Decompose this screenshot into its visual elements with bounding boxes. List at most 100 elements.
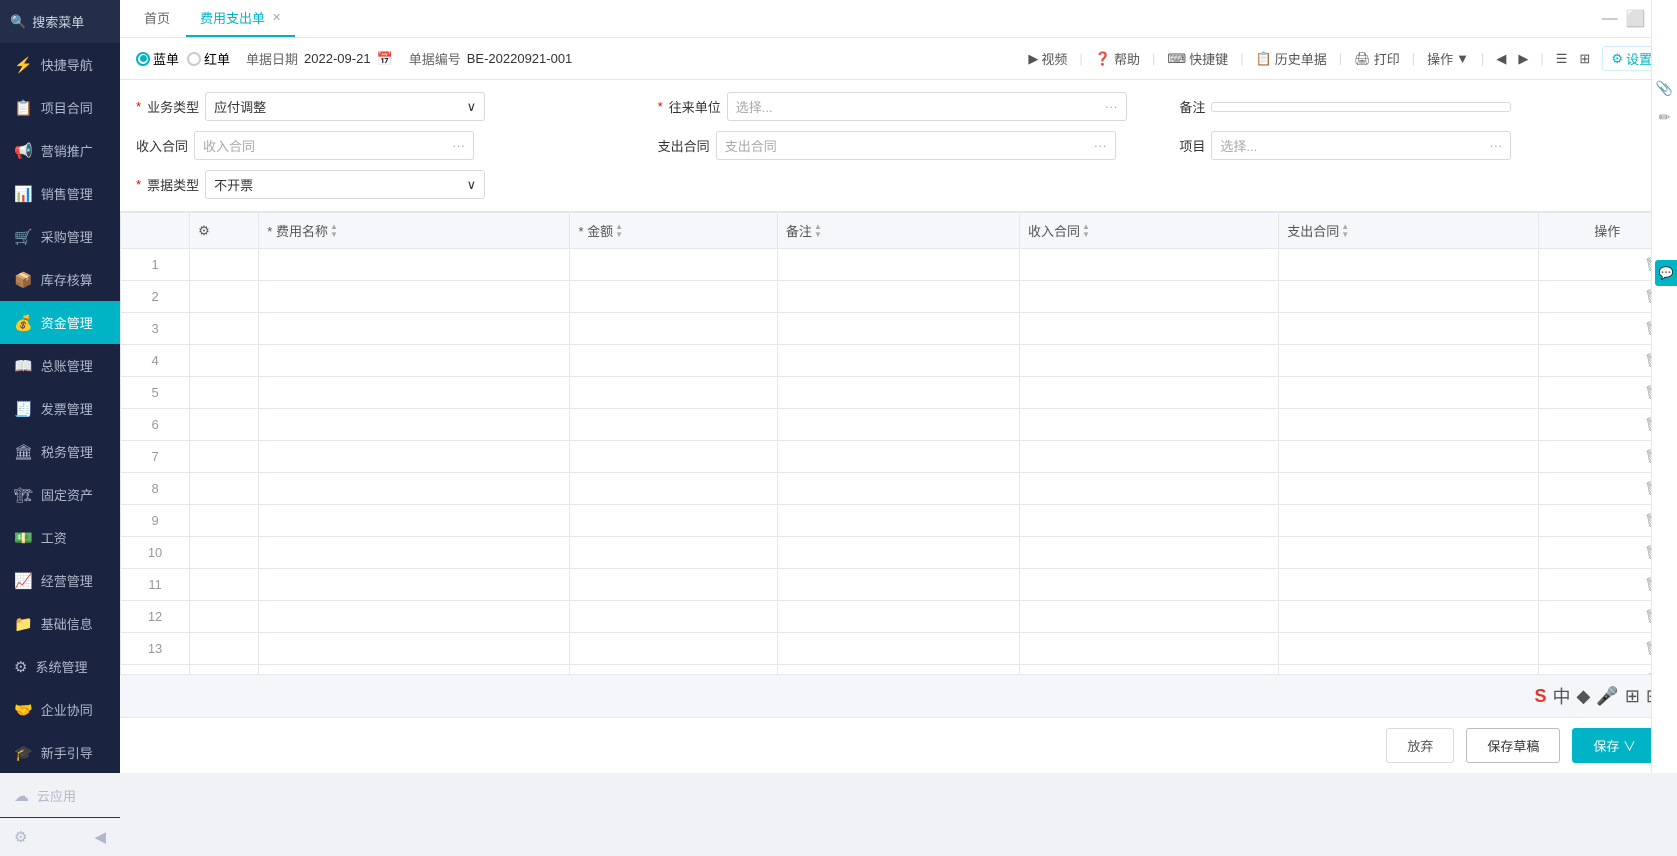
row-cell-expense[interactable] [1279, 409, 1538, 441]
row-cell-note[interactable] [777, 249, 1019, 281]
actions-btn[interactable]: 操作 ▼ [1427, 49, 1469, 68]
row-cell-name[interactable] [259, 249, 570, 281]
row-cell-name[interactable] [259, 441, 570, 473]
row-cell-name[interactable] [259, 473, 570, 505]
sidebar-item-inventory[interactable]: 📦 库存核算 [0, 258, 120, 301]
sidebar-item-ops[interactable]: 📈 经营管理 [0, 559, 120, 602]
tab-close-expense[interactable]: ✕ [272, 11, 281, 24]
sidebar-item-purchase[interactable]: 🛒 采购管理 [0, 215, 120, 258]
row-cell-name[interactable] [259, 313, 570, 345]
collapse-icon[interactable]: ◀ [94, 828, 106, 846]
sidebar-item-capital[interactable]: 💰 资金管理 [0, 301, 120, 344]
tab-home[interactable]: 首页 [130, 1, 184, 37]
partner-select[interactable]: 选择... ··· [727, 92, 1127, 121]
row-cell-income[interactable] [1019, 409, 1278, 441]
row-cell-expense[interactable] [1279, 313, 1538, 345]
row-cell-expense[interactable] [1279, 441, 1538, 473]
row-cell-amount[interactable] [570, 345, 777, 377]
row-cell-expense[interactable] [1279, 569, 1538, 601]
teal-strip[interactable]: 💬 [1655, 260, 1677, 286]
radio-red[interactable]: 红单 [187, 49, 230, 68]
row-cell-income[interactable] [1019, 441, 1278, 473]
shortcuts-btn[interactable]: ⌨ 快捷键 [1167, 49, 1228, 68]
row-cell-note[interactable] [777, 505, 1019, 537]
sidebar-search[interactable]: 🔍 搜索菜单 [0, 0, 120, 43]
row-cell-expense[interactable] [1279, 537, 1538, 569]
row-cell-name[interactable] [259, 569, 570, 601]
row-cell-amount[interactable] [570, 537, 777, 569]
row-cell-name[interactable] [259, 377, 570, 409]
grid-icon-1[interactable]: ⊞ [1625, 686, 1640, 707]
sidebar-item-base-info[interactable]: 📁 基础信息 [0, 602, 120, 645]
row-cell-amount[interactable] [570, 633, 777, 665]
help-btn[interactable]: ❓ 帮助 [1095, 49, 1140, 68]
history-btn[interactable]: 📋 历史单据 [1256, 49, 1327, 68]
project-select[interactable]: 选择... ··· [1211, 131, 1511, 160]
sidebar-item-sys-manage[interactable]: ⚙ 系统管理 [0, 645, 120, 688]
nav-prev-btn[interactable]: ◀ [1496, 51, 1506, 67]
sidebar-item-fixed-assets[interactable]: 🏗 固定资产 [0, 473, 120, 516]
row-cell-expense[interactable] [1279, 281, 1538, 313]
expense-contract-select[interactable]: 支出合同 ··· [716, 131, 1116, 160]
minimize-icon[interactable]: — [1602, 10, 1618, 28]
row-cell-income[interactable] [1019, 249, 1278, 281]
sidebar-item-salary[interactable]: 💵 工资 [0, 516, 120, 559]
radio-blue[interactable]: 蓝单 [136, 49, 179, 68]
row-cell-expense[interactable] [1279, 345, 1538, 377]
grid-view-btn[interactable]: ⊞ [1579, 51, 1590, 67]
row-cell-income[interactable] [1019, 537, 1278, 569]
note-input[interactable] [1211, 102, 1511, 112]
row-cell-expense[interactable] [1279, 505, 1538, 537]
row-cell-amount[interactable] [570, 377, 777, 409]
row-cell-amount[interactable] [570, 281, 777, 313]
row-cell-expense[interactable] [1279, 473, 1538, 505]
sidebar-item-tax[interactable]: 🏛 税务管理 [0, 430, 120, 473]
maximize-icon[interactable]: ⬜ [1626, 9, 1646, 29]
row-cell-income[interactable] [1019, 569, 1278, 601]
calendar-icon[interactable]: 📅 [377, 51, 393, 67]
row-cell-income[interactable] [1019, 345, 1278, 377]
nav-next-btn[interactable]: ▶ [1518, 51, 1528, 67]
business-type-select[interactable]: 应付调整 ∨ [205, 92, 485, 121]
sidebar-item-marketing[interactable]: 📢 营销推广 [0, 129, 120, 172]
row-cell-note[interactable] [777, 313, 1019, 345]
sidebar-item-sales[interactable]: 📊 销售管理 [0, 172, 120, 215]
row-cell-amount[interactable] [570, 249, 777, 281]
row-cell-note[interactable] [777, 665, 1019, 675]
row-cell-income[interactable] [1019, 473, 1278, 505]
row-cell-name[interactable] [259, 633, 570, 665]
invoice-type-select[interactable]: 不开票 ∨ [205, 170, 485, 199]
row-cell-amount[interactable] [570, 313, 777, 345]
row-cell-amount[interactable] [570, 409, 777, 441]
discard-button[interactable]: 放弃 [1386, 728, 1454, 763]
row-cell-income[interactable] [1019, 633, 1278, 665]
row-cell-note[interactable] [777, 537, 1019, 569]
row-cell-income[interactable] [1019, 665, 1278, 675]
row-cell-name[interactable] [259, 601, 570, 633]
diamond-icon[interactable]: ◆ [1577, 686, 1591, 707]
row-cell-income[interactable] [1019, 313, 1278, 345]
row-cell-income[interactable] [1019, 377, 1278, 409]
list-view-btn[interactable]: ☰ [1556, 51, 1568, 67]
row-cell-note[interactable] [777, 633, 1019, 665]
row-cell-expense[interactable] [1279, 601, 1538, 633]
sidebar-item-invoice[interactable]: 🧾 发票管理 [0, 387, 120, 430]
save-draft-button[interactable]: 保存草稿 [1466, 728, 1560, 763]
print-btn[interactable]: 🖨 打印 [1354, 49, 1400, 68]
row-cell-amount[interactable] [570, 665, 777, 675]
row-cell-amount[interactable] [570, 505, 777, 537]
row-cell-amount[interactable] [570, 569, 777, 601]
row-cell-amount[interactable] [570, 441, 777, 473]
row-cell-note[interactable] [777, 377, 1019, 409]
row-cell-note[interactable] [777, 473, 1019, 505]
row-cell-expense[interactable] [1279, 377, 1538, 409]
row-cell-name[interactable] [259, 345, 570, 377]
row-cell-note[interactable] [777, 409, 1019, 441]
income-contract-select[interactable]: 收入合同 ··· [194, 131, 474, 160]
sidebar-item-ledger[interactable]: 📖 总账管理 [0, 344, 120, 387]
row-cell-amount[interactable] [570, 601, 777, 633]
mic-icon[interactable]: 🎤 [1596, 686, 1618, 707]
video-btn[interactable]: ▶ 视频 [1028, 49, 1067, 68]
settings-icon[interactable]: ⚙ [14, 828, 27, 846]
sidebar-item-corp-collab[interactable]: 🤝 企业协同 [0, 688, 120, 731]
